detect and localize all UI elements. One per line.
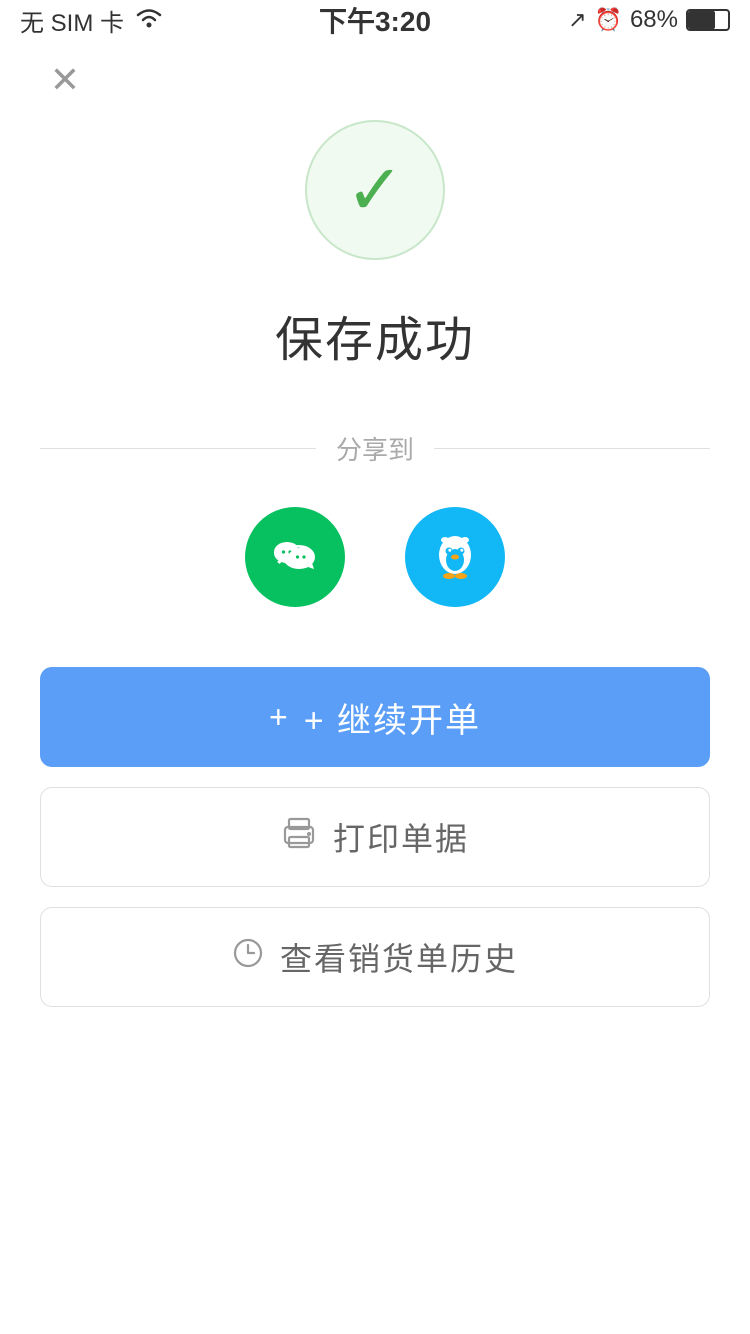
qq-share-button[interactable] — [405, 507, 505, 607]
print-icon — [281, 817, 317, 857]
location-icon: ↗ — [568, 7, 586, 33]
alarm-icon: ⏰ — [595, 7, 622, 33]
history-icon — [232, 937, 264, 977]
divider-line-right — [434, 448, 710, 449]
battery-percent: 68% — [630, 6, 678, 34]
status-left: 无 SIM 卡 — [20, 3, 164, 38]
main-content: ✓ 保存成功 分享到 — [0, 40, 750, 1007]
sim-status: 无 SIM 卡 — [20, 3, 124, 38]
battery-icon — [686, 9, 730, 31]
continue-button[interactable]: + + 继续开单 — [40, 667, 710, 767]
status-bar: 无 SIM 卡 下午3:20 ↗ ⏰ 68% — [0, 0, 750, 40]
close-button[interactable]: ✕ — [40, 55, 90, 105]
success-title: 保存成功 — [275, 300, 475, 370]
close-icon: ✕ — [50, 62, 80, 98]
success-circle: ✓ — [305, 120, 445, 260]
share-icons — [245, 507, 505, 607]
print-button[interactable]: 打印单据 — [40, 787, 710, 887]
share-label: 分享到 — [316, 430, 434, 467]
qq-icon — [425, 527, 485, 587]
plus-icon: + — [269, 699, 288, 736]
share-divider: 分享到 — [0, 430, 750, 467]
divider-line-left — [40, 448, 316, 449]
status-right: ↗ ⏰ 68% — [568, 6, 730, 34]
share-section: 分享到 — [0, 430, 750, 607]
checkmark-icon: ✓ — [346, 155, 405, 225]
status-time: 下午3:20 — [319, 0, 431, 40]
wechat-icon — [265, 527, 325, 587]
history-label: 查看销货单历史 — [280, 934, 518, 980]
wifi-icon — [134, 5, 164, 36]
wechat-share-button[interactable] — [245, 507, 345, 607]
buttons-section: + + 继续开单 打印单据 — [0, 667, 750, 1007]
continue-label: + 继续开单 — [304, 693, 481, 742]
history-button[interactable]: 查看销货单历史 — [40, 907, 710, 1007]
print-label: 打印单据 — [333, 814, 469, 860]
